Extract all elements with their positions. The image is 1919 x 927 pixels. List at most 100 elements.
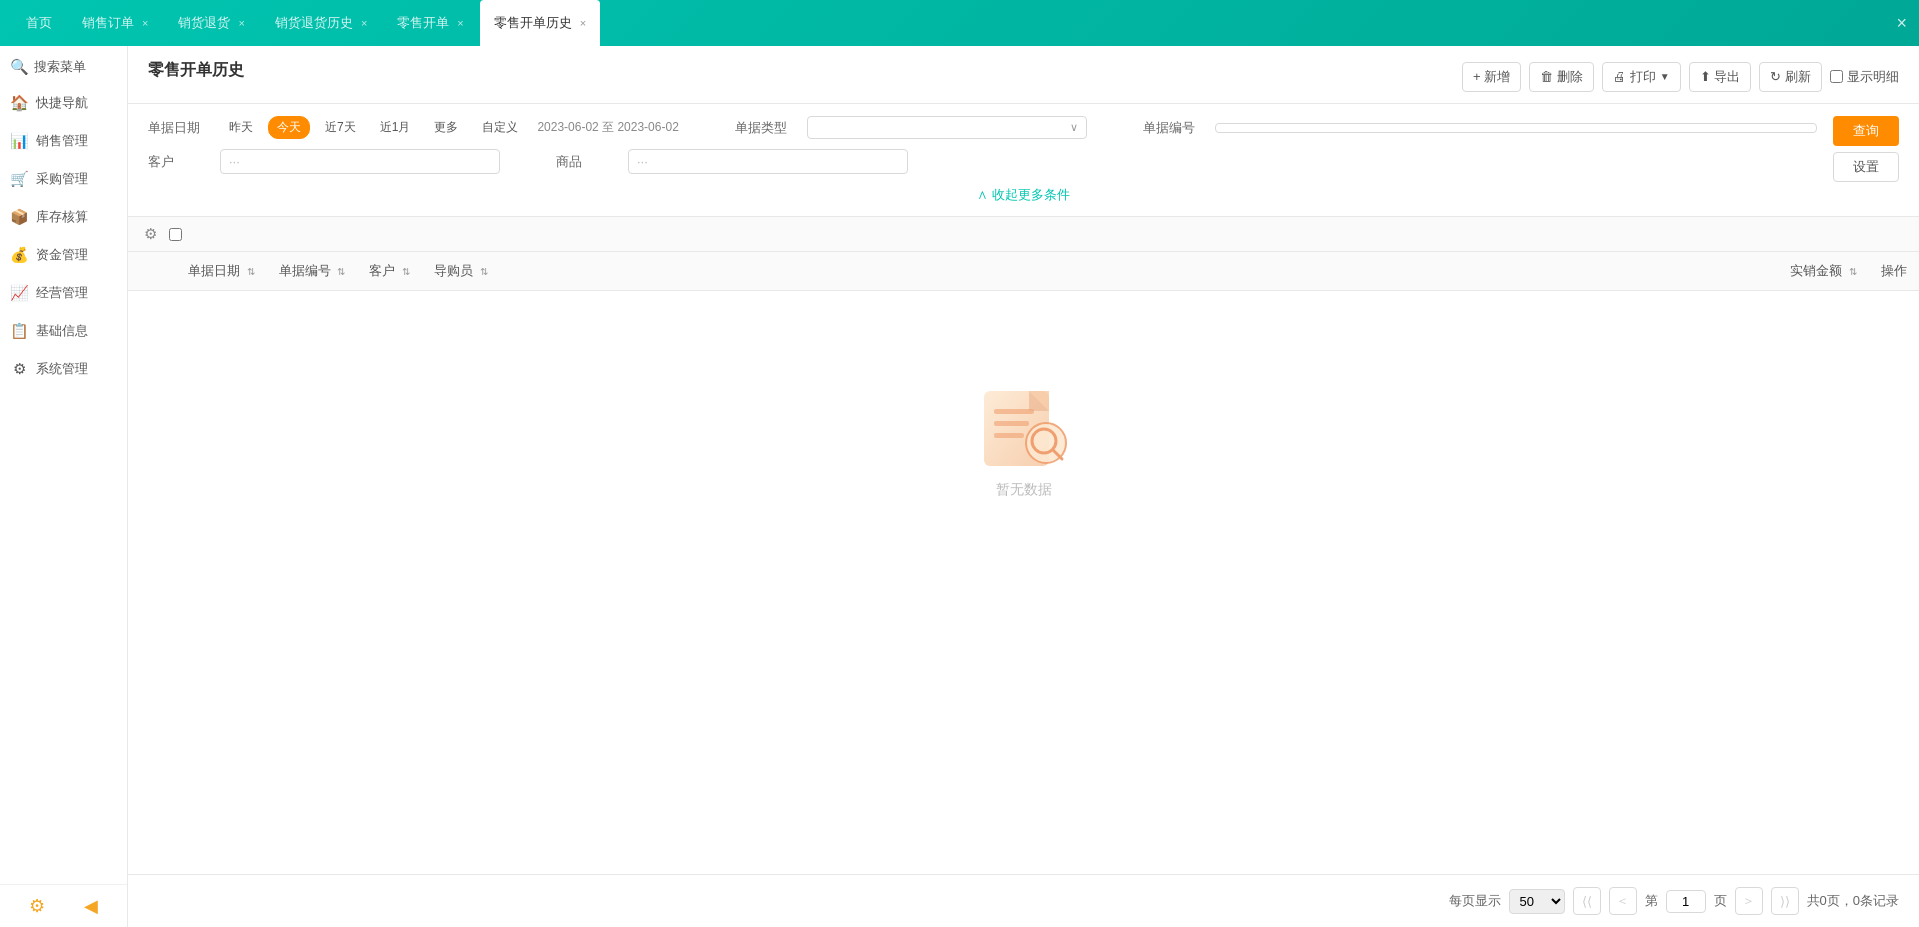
sidebar-item-inventory[interactable]: 📦 库存核算 [0, 198, 127, 236]
tab-close-retail-history[interactable]: × [580, 17, 586, 29]
sidebar-item-purchase[interactable]: 🛒 采购管理 [0, 160, 127, 198]
tab-home[interactable]: 首页 [12, 0, 66, 46]
sort-salesperson-icon: ⇅ [480, 266, 488, 277]
sales-icon: 📊 [10, 132, 28, 150]
filter-main: 单据日期 昨天 今天 近7天 近1月 更多 自定义 2023-06-02 至 2… [148, 116, 1899, 182]
customer-input[interactable]: ··· [220, 149, 500, 174]
export-button[interactable]: ⬆ 导出 [1689, 62, 1752, 92]
tab-sales-order[interactable]: 销售订单 × [68, 0, 162, 46]
svg-rect-2 [994, 421, 1029, 426]
sidebar-item-basic-info[interactable]: 📋 基础信息 [0, 312, 127, 350]
number-input[interactable] [1215, 123, 1817, 133]
date-btn-yesterday[interactable]: 昨天 [220, 116, 262, 139]
refresh-button[interactable]: ↻ 刷新 [1759, 62, 1822, 92]
goods-dots: ··· [637, 154, 648, 169]
date-btn-7days[interactable]: 近7天 [316, 116, 365, 139]
filter-area: 单据日期 昨天 今天 近7天 近1月 更多 自定义 2023-06-02 至 2… [128, 104, 1919, 217]
system-icon: ⚙ [10, 360, 28, 378]
search-icon: 🔍 [10, 58, 28, 76]
per-page-select[interactable]: 50 100 200 [1509, 889, 1565, 914]
top-bar: 首页 销售订单 × 销货退货 × 销货退货历史 × 零售开单 × 零售开单历史 … [0, 0, 1919, 46]
filter-settings-button[interactable]: 设置 [1833, 152, 1899, 182]
delete-button[interactable]: 🗑 删除 [1529, 62, 1594, 92]
sidebar-item-system[interactable]: ⚙ 系统管理 [0, 350, 127, 388]
add-button[interactable]: + 新增 [1462, 62, 1521, 92]
empty-state: 暂无数据 [128, 291, 1919, 579]
page-suffix: 页 [1714, 892, 1727, 910]
sidebar-gear-btn[interactable]: ⚙ [29, 895, 45, 917]
th-checkbox [152, 252, 176, 291]
sort-amount-icon: ⇅ [1849, 266, 1857, 277]
tab-close-sales-return-history[interactable]: × [361, 17, 367, 29]
tab-retail-history[interactable]: 零售开单历史 × [480, 0, 600, 46]
page-last-btn[interactable]: ⟩⟩ [1771, 887, 1799, 915]
tab-close-retail-order[interactable]: × [457, 17, 463, 29]
data-table: 单据日期 ⇅ 单据编号 ⇅ 客户 ⇅ [128, 252, 1919, 579]
empty-state-illustration [964, 371, 1084, 481]
page-title: 零售开单历史 [148, 60, 244, 81]
per-page-label: 每页显示 [1449, 892, 1501, 910]
goods-label: 商品 [556, 153, 612, 171]
type-label: 单据类型 [735, 119, 791, 137]
sidebar-item-management[interactable]: 📈 经营管理 [0, 274, 127, 312]
th-amount[interactable]: 实销金额 ⇅ [1778, 252, 1869, 291]
display-detail-checkbox[interactable] [1830, 70, 1843, 83]
th-customer[interactable]: 客户 ⇅ [357, 252, 422, 291]
select-all-checkbox[interactable] [169, 228, 182, 241]
customer-label: 客户 [148, 153, 204, 171]
th-gear [128, 252, 152, 291]
number-label: 单据编号 [1143, 119, 1199, 137]
th-spacer [500, 252, 1779, 291]
table-toolbar: ⚙ [128, 217, 1919, 252]
tab-close-sales-order[interactable]: × [142, 17, 148, 29]
sidebar-collapse-btn[interactable]: ◀ [84, 895, 98, 917]
date-btn-today[interactable]: 今天 [268, 116, 310, 139]
type-select-arrow: ∨ [1070, 121, 1078, 134]
sidebar-search[interactable]: 🔍 搜索菜单 [0, 46, 127, 84]
table-settings-icon[interactable]: ⚙ [144, 225, 157, 243]
th-date[interactable]: 单据日期 ⇅ [176, 252, 267, 291]
page-prev-btn[interactable]: ＜ [1609, 887, 1637, 915]
date-btn-1month[interactable]: 近1月 [371, 116, 420, 139]
collapse-filter-btn[interactable]: ∧ 收起更多条件 [977, 186, 1070, 204]
filter-row-1: 单据日期 昨天 今天 近7天 近1月 更多 自定义 2023-06-02 至 2… [148, 116, 1817, 139]
sidebar-item-sales[interactable]: 📊 销售管理 [0, 122, 127, 160]
date-btn-more[interactable]: 更多 [425, 116, 467, 139]
query-button[interactable]: 查询 [1833, 116, 1899, 146]
display-detail-label[interactable]: 显示明细 [1830, 68, 1899, 86]
page-next-btn[interactable]: ＞ [1735, 887, 1763, 915]
filter-right-buttons: 查询 设置 [1817, 116, 1899, 182]
page-label: 第 [1645, 892, 1658, 910]
sidebar-item-quick-nav[interactable]: 🏠 快捷导航 [0, 84, 127, 122]
empty-text: 暂无数据 [996, 481, 1052, 499]
app-container: 首页 销售订单 × 销货退货 × 销货退货历史 × 零售开单 × 零售开单历史 … [0, 0, 1919, 927]
goods-input[interactable]: ··· [628, 149, 908, 174]
sidebar-item-finance[interactable]: 💰 资金管理 [0, 236, 127, 274]
page-first-btn[interactable]: ⟨⟨ [1573, 887, 1601, 915]
date-btn-custom[interactable]: 自定义 [473, 116, 527, 139]
th-number[interactable]: 单据编号 ⇅ [267, 252, 358, 291]
date-shortcuts: 昨天 今天 近7天 近1月 更多 自定义 2023-06-02 至 2023-0… [220, 116, 679, 139]
tab-close-sales-return[interactable]: × [238, 17, 244, 29]
finance-icon: 💰 [10, 246, 28, 264]
toolbar: + 新增 🗑 删除 🖨 打印 ▼ ⬆ 导出 ↻ 刷新 显示明细 [1462, 62, 1899, 92]
total-info: 共0页，0条记录 [1807, 892, 1899, 910]
page-input[interactable] [1666, 890, 1706, 913]
window-close-btn[interactable]: × [1896, 13, 1907, 34]
date-label: 单据日期 [148, 119, 204, 137]
tab-retail-order[interactable]: 零售开单 × [383, 0, 477, 46]
svg-rect-1 [994, 409, 1034, 414]
empty-state-row: 暂无数据 [128, 291, 1919, 580]
th-action: 操作 [1869, 252, 1919, 291]
filter-row-2: 客户 ··· 商品 ··· [148, 149, 1817, 174]
purchase-icon: 🛒 [10, 170, 28, 188]
sidebar: 🔍 搜索菜单 🏠 快捷导航 📊 销售管理 🛒 采购管理 📦 库存核算 💰 [0, 46, 128, 927]
print-button[interactable]: 🖨 打印 ▼ [1602, 62, 1681, 92]
home-icon: 🏠 [10, 94, 28, 112]
tab-sales-return[interactable]: 销货退货 × [164, 0, 258, 46]
top-bar-right: × [1896, 13, 1907, 34]
th-salesperson[interactable]: 导购员 ⇅ [422, 252, 500, 291]
inventory-icon: 📦 [10, 208, 28, 226]
tab-sales-return-history[interactable]: 销货退货历史 × [261, 0, 381, 46]
type-select[interactable]: ∨ [807, 116, 1087, 139]
